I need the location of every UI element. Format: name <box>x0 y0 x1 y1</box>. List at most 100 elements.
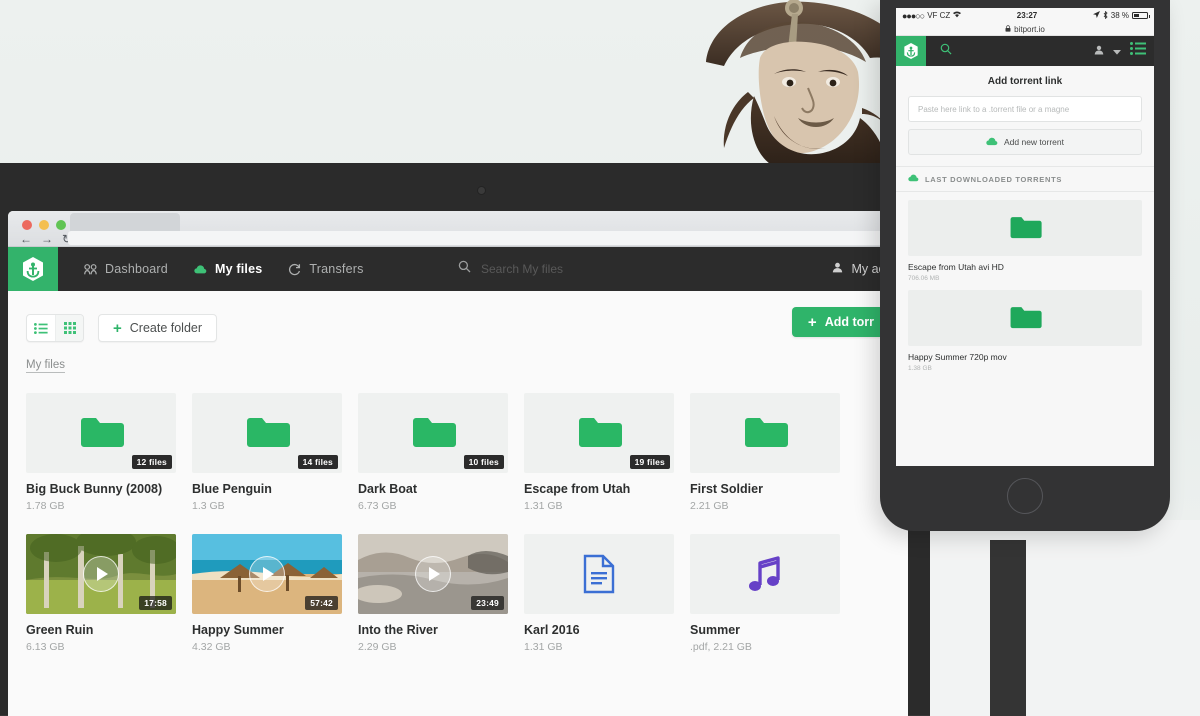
file-size: 6.13 GB <box>26 641 65 653</box>
search-icon[interactable] <box>940 42 952 60</box>
file-card[interactable]: 12 files Big Buck Bunny (2008) 1.78 GB <box>26 393 176 512</box>
add-torrent-label: Add torr <box>824 315 874 329</box>
file-size: 2.29 GB <box>358 641 397 653</box>
file-name: Green Ruin <box>26 623 94 637</box>
list-view-icon[interactable] <box>27 315 55 341</box>
file-thumbnail: 23:49 <box>358 534 508 614</box>
cloud-icon <box>908 174 919 184</box>
forward-icon[interactable]: → <box>41 233 53 245</box>
file-card[interactable]: 14 files Blue Penguin 1.3 GB <box>192 393 342 512</box>
file-card[interactable]: Karl 2016 1.31 GB <box>524 534 674 653</box>
location-arrow-icon <box>1092 11 1100 20</box>
bitport-anchor-logo[interactable] <box>8 247 58 291</box>
signal-dots-icon: ●●●○○ <box>902 10 925 21</box>
file-size: 6.73 GB <box>358 500 397 512</box>
folder-icon <box>579 418 622 447</box>
chevron-down-icon[interactable] <box>1113 42 1121 60</box>
file-thumbnail: 57:42 <box>192 534 342 614</box>
file-size: .pdf, 2.21 GB <box>690 641 752 653</box>
back-icon[interactable]: ← <box>20 233 32 245</box>
torrent-item[interactable]: Escape from Utah avi HD 706.06 MB <box>896 192 1154 282</box>
play-icon[interactable] <box>415 556 451 592</box>
file-name: Summer <box>690 623 741 637</box>
breadcrumb-my-files[interactable]: My files <box>26 359 65 373</box>
url-label: bitport.io <box>1014 24 1045 34</box>
folder-icon <box>81 418 124 447</box>
file-card[interactable]: Summer .pdf, 2.21 GB <box>690 534 840 653</box>
file-card[interactable]: First Soldier 2.21 GB <box>690 393 840 512</box>
file-card[interactable]: 19 files Escape from Utah 1.31 GB <box>524 393 674 512</box>
nav-item-dashboard[interactable]: Dashboard <box>84 262 168 276</box>
status-time: 23:27 <box>1016 11 1038 20</box>
create-folder-button[interactable]: + Create folder <box>98 314 218 342</box>
wifi-icon <box>953 11 962 20</box>
last-downloaded-section-header: LAST DOWNLOADED TORRENTS <box>896 166 1154 192</box>
hamburger-list-icon[interactable] <box>1130 42 1146 60</box>
folder-icon <box>413 418 456 447</box>
phone-screen: ●●●○○ VF CZ 23:27 38 % bitport.io Add to… <box>896 8 1154 466</box>
torrent-link-placeholder: Paste here link to a .torrent file or a … <box>918 104 1070 114</box>
mobile-top-nav <box>896 36 1154 66</box>
browser-url-bar[interactable]: bitport.io <box>896 23 1154 36</box>
file-thumbnail <box>524 534 674 614</box>
play-icon[interactable] <box>83 556 119 592</box>
cloud-icon <box>194 263 207 276</box>
create-folder-label: Create folder <box>129 321 203 335</box>
search-icon <box>458 260 471 278</box>
torrent-size: 1.38 GB <box>908 365 932 372</box>
window-zoom-button[interactable] <box>56 220 66 230</box>
monitor: ← → ↻ <box>0 163 930 716</box>
grid-view-icon[interactable] <box>55 315 83 341</box>
add-new-torrent-button[interactable]: Add new torrent <box>908 129 1142 155</box>
nav-item-my-files[interactable]: My files <box>194 262 262 276</box>
torrent-name: Happy Summer 720p mov <box>908 352 1007 362</box>
search-input[interactable]: Search My files <box>458 247 563 291</box>
file-thumbnail: 10 files <box>358 393 508 473</box>
file-badge: 14 files <box>297 455 338 469</box>
add-torrent-button[interactable]: + Add torr <box>791 307 890 337</box>
breadcrumb: My files <box>8 349 908 373</box>
torrent-item[interactable]: Happy Summer 720p mov 1.38 GB <box>896 282 1154 372</box>
browser-chrome: ← → ↻ <box>8 211 908 247</box>
nav-item-label: Dashboard <box>105 262 168 276</box>
ios-status-bar: ●●●○○ VF CZ 23:27 38 % <box>896 8 1154 23</box>
window-minimize-button[interactable] <box>39 220 49 230</box>
file-card[interactable]: 17:58 Green Ruin 6.13 GB <box>26 534 176 653</box>
nav-links: Dashboard My files Transfers <box>58 247 364 291</box>
torrent-name: Escape from Utah avi HD <box>908 262 1004 272</box>
file-badge: 19 files <box>629 455 670 469</box>
file-thumbnail: 17:58 <box>26 534 176 614</box>
file-thumbnail: 19 files <box>524 393 674 473</box>
webcam-dot <box>478 187 485 194</box>
home-button[interactable] <box>1007 478 1043 514</box>
refresh-icon <box>288 263 301 276</box>
folder-icon <box>1010 217 1042 239</box>
file-name: Happy Summer <box>192 623 284 637</box>
plus-icon: + <box>807 313 817 331</box>
window-close-button[interactable] <box>22 220 32 230</box>
torrent-thumbnail <box>908 200 1142 256</box>
play-icon[interactable] <box>249 556 285 592</box>
file-card[interactable]: 23:49 Into the River 2.29 GB <box>358 534 508 653</box>
bluetooth-icon <box>1103 10 1108 21</box>
file-name: Blue Penguin <box>192 482 272 496</box>
file-badge: 57:42 <box>305 596 338 610</box>
file-name: Dark Boat <box>358 482 418 496</box>
lock-icon <box>1005 24 1011 34</box>
music-note-icon <box>749 556 780 591</box>
torrent-thumbnail <box>908 290 1142 346</box>
user-icon[interactable] <box>1094 42 1104 60</box>
folder-icon <box>745 418 788 447</box>
address-bar[interactable] <box>68 231 900 245</box>
toolbar: + Create folder + Add torr <box>8 291 908 349</box>
nav-item-transfers[interactable]: Transfers <box>288 262 363 276</box>
battery-label: 38 % <box>1110 11 1129 20</box>
bitport-anchor-logo[interactable] <box>896 36 926 66</box>
torrent-link-input[interactable]: Paste here link to a .torrent file or a … <box>908 96 1142 122</box>
file-size: 1.31 GB <box>524 500 563 512</box>
section-label: LAST DOWNLOADED TORRENTS <box>925 174 1063 184</box>
view-toggle <box>26 314 84 342</box>
file-card[interactable]: 57:42 Happy Summer 4.32 GB <box>192 534 342 653</box>
file-size: 2.21 GB <box>690 500 729 512</box>
file-card[interactable]: 10 files Dark Boat 6.73 GB <box>358 393 508 512</box>
